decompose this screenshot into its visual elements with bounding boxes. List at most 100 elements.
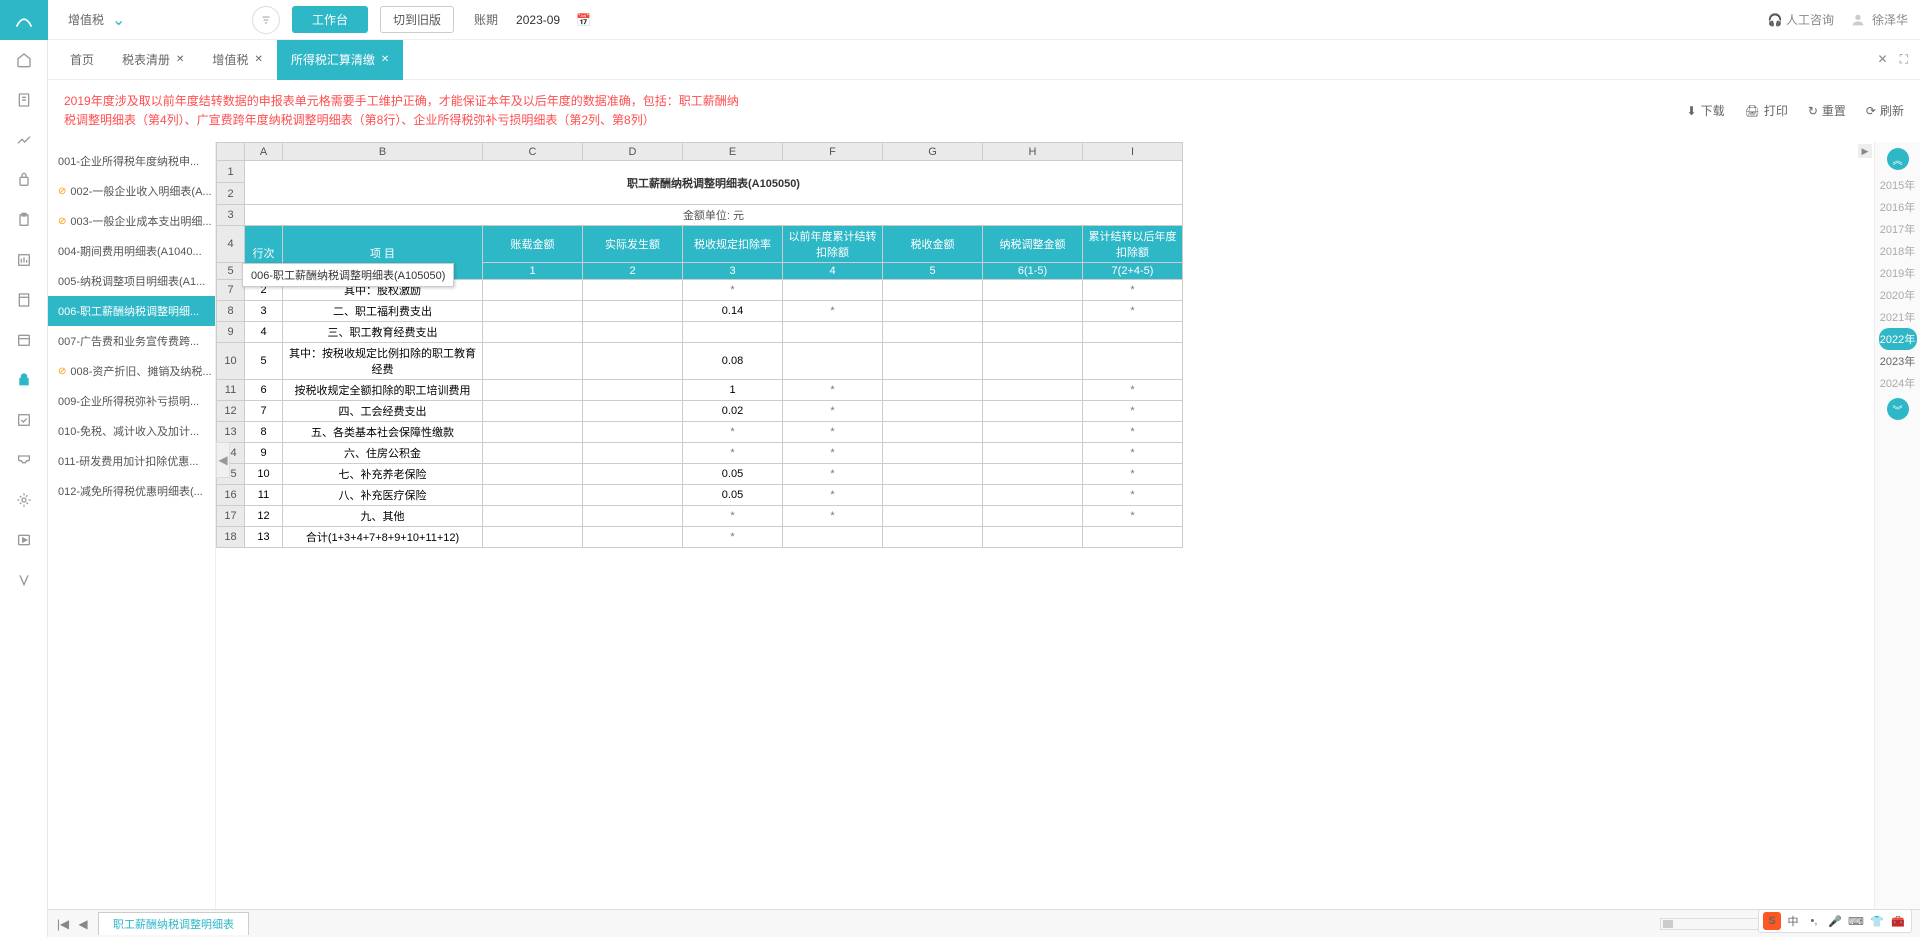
nav-chart-icon[interactable]	[0, 120, 48, 160]
year-2020年[interactable]: 2020年	[1879, 284, 1917, 306]
sheet-tab[interactable]: 职工薪酬纳税调整明细表	[98, 912, 249, 935]
data-cell[interactable]	[583, 301, 683, 322]
spreadsheet-area[interactable]: ◀ ABCDEFGHI1职工薪酬纳税调整明细表(A105050)23金额单位: …	[216, 142, 1874, 909]
nav-archive-icon[interactable]	[0, 400, 48, 440]
row-header[interactable]: 7	[217, 280, 245, 301]
data-cell[interactable]: *	[1083, 280, 1183, 301]
download-button[interactable]: ⬇ 下载	[1687, 102, 1725, 121]
form-item[interactable]: 001-企业所得税年度纳税申...	[48, 146, 215, 176]
data-cell[interactable]: 0.05	[683, 464, 783, 485]
data-cell[interactable]: *	[783, 443, 883, 464]
data-cell[interactable]	[983, 506, 1083, 527]
data-cell[interactable]: *	[683, 280, 783, 301]
year-2018年[interactable]: 2018年	[1879, 240, 1917, 262]
data-cell[interactable]	[1083, 527, 1183, 548]
year-2016年[interactable]: 2016年	[1879, 196, 1917, 218]
data-cell[interactable]: *	[783, 464, 883, 485]
tax-type-selector[interactable]: 增值税 ⌄	[60, 6, 240, 34]
row-header[interactable]: 5	[217, 263, 245, 280]
tab-所得税汇算清缴[interactable]: 所得税汇算清缴✕	[277, 40, 403, 80]
period-value[interactable]: 2023-09	[516, 13, 560, 27]
data-cell[interactable]	[1083, 343, 1183, 380]
row-header[interactable]: 3	[217, 205, 245, 226]
data-cell[interactable]	[583, 422, 683, 443]
data-cell[interactable]: 0.02	[683, 401, 783, 422]
data-cell[interactable]	[583, 485, 683, 506]
data-cell[interactable]	[483, 343, 583, 380]
data-cell[interactable]	[883, 527, 983, 548]
year-2023年[interactable]: 2023年	[1879, 350, 1917, 372]
data-cell[interactable]	[983, 280, 1083, 301]
nav-clipboard-icon[interactable]	[0, 200, 48, 240]
year-2021年[interactable]: 2021年	[1879, 306, 1917, 328]
data-cell[interactable]	[583, 280, 683, 301]
ime-s-icon[interactable]: S	[1763, 912, 1781, 930]
year-2017年[interactable]: 2017年	[1879, 218, 1917, 240]
nav-report-icon[interactable]	[0, 240, 48, 280]
form-item[interactable]: 011-研发费用加计扣除优惠...	[48, 446, 215, 476]
ime-tool-icon[interactable]: 🧰	[1889, 912, 1907, 930]
nav-inbox-icon[interactable]	[0, 440, 48, 480]
row-header[interactable]: 1	[217, 161, 245, 183]
data-cell[interactable]: *	[683, 506, 783, 527]
tab-close-icon[interactable]: ✕	[176, 54, 184, 65]
data-cell[interactable]	[583, 343, 683, 380]
row-header[interactable]: 13	[217, 422, 245, 443]
data-cell[interactable]	[983, 485, 1083, 506]
form-item[interactable]: 012-减免所得税优惠明细表(...	[48, 476, 215, 506]
data-cell[interactable]	[1083, 322, 1183, 343]
data-cell[interactable]: *	[783, 485, 883, 506]
year-2015年[interactable]: 2015年	[1879, 174, 1917, 196]
ime-mic-icon[interactable]: 🎤	[1826, 912, 1844, 930]
data-cell[interactable]	[883, 506, 983, 527]
data-cell[interactable]	[483, 464, 583, 485]
ime-toolbar[interactable]: S 中 •, 🎤 ⌨ 👕 🧰	[1758, 909, 1912, 933]
data-cell[interactable]	[983, 322, 1083, 343]
data-cell[interactable]	[583, 380, 683, 401]
data-cell[interactable]	[983, 527, 1083, 548]
data-cell[interactable]: *	[1083, 301, 1183, 322]
row-header[interactable]: 11	[217, 380, 245, 401]
sheet-prev-icon[interactable]: ◀	[74, 917, 92, 931]
year-up-button[interactable]: ︽	[1887, 148, 1909, 170]
form-item[interactable]: 007-广告费和业务宣传费跨...	[48, 326, 215, 356]
data-cell[interactable]	[483, 301, 583, 322]
close-all-icon[interactable]: ✕	[1878, 52, 1888, 67]
col-header[interactable]: D	[583, 143, 683, 161]
data-cell[interactable]	[883, 485, 983, 506]
nav-doc-icon[interactable]	[0, 80, 48, 120]
expand-icon[interactable]: ⛶	[1900, 52, 1908, 67]
col-header[interactable]: F	[783, 143, 883, 161]
year-2024年[interactable]: 2024年	[1879, 372, 1917, 394]
data-cell[interactable]: *	[1083, 380, 1183, 401]
data-cell[interactable]: *	[783, 506, 883, 527]
nav-settings-icon[interactable]	[0, 480, 48, 520]
data-cell[interactable]	[483, 280, 583, 301]
form-item[interactable]: ⊘003-一般企业成本支出明细...	[48, 206, 215, 236]
data-cell[interactable]	[983, 464, 1083, 485]
filter-button[interactable]	[252, 6, 280, 34]
data-cell[interactable]: *	[783, 380, 883, 401]
data-cell[interactable]	[883, 322, 983, 343]
form-item[interactable]: 004-期间费用明细表(A1040...	[48, 236, 215, 266]
workspace-button[interactable]: 工作台	[292, 6, 368, 33]
data-cell[interactable]	[783, 280, 883, 301]
data-cell[interactable]	[483, 322, 583, 343]
data-cell[interactable]	[983, 380, 1083, 401]
ime-lang-icon[interactable]: 中	[1784, 912, 1802, 930]
data-cell[interactable]	[783, 343, 883, 380]
data-cell[interactable]	[883, 464, 983, 485]
collapse-handle[interactable]: ◀	[216, 442, 230, 478]
corner-cell[interactable]	[217, 143, 245, 161]
data-cell[interactable]: *	[783, 301, 883, 322]
form-item[interactable]: ⊘008-资产折旧、摊销及纳税...	[48, 356, 215, 386]
data-cell[interactable]	[483, 380, 583, 401]
data-cell[interactable]	[983, 301, 1083, 322]
data-cell[interactable]	[483, 443, 583, 464]
data-cell[interactable]: *	[683, 527, 783, 548]
user-menu[interactable]: 徐泽华	[1850, 11, 1908, 28]
data-cell[interactable]	[583, 322, 683, 343]
data-cell[interactable]	[883, 401, 983, 422]
data-cell[interactable]	[883, 422, 983, 443]
year-2022年[interactable]: 2022年	[1879, 328, 1917, 350]
